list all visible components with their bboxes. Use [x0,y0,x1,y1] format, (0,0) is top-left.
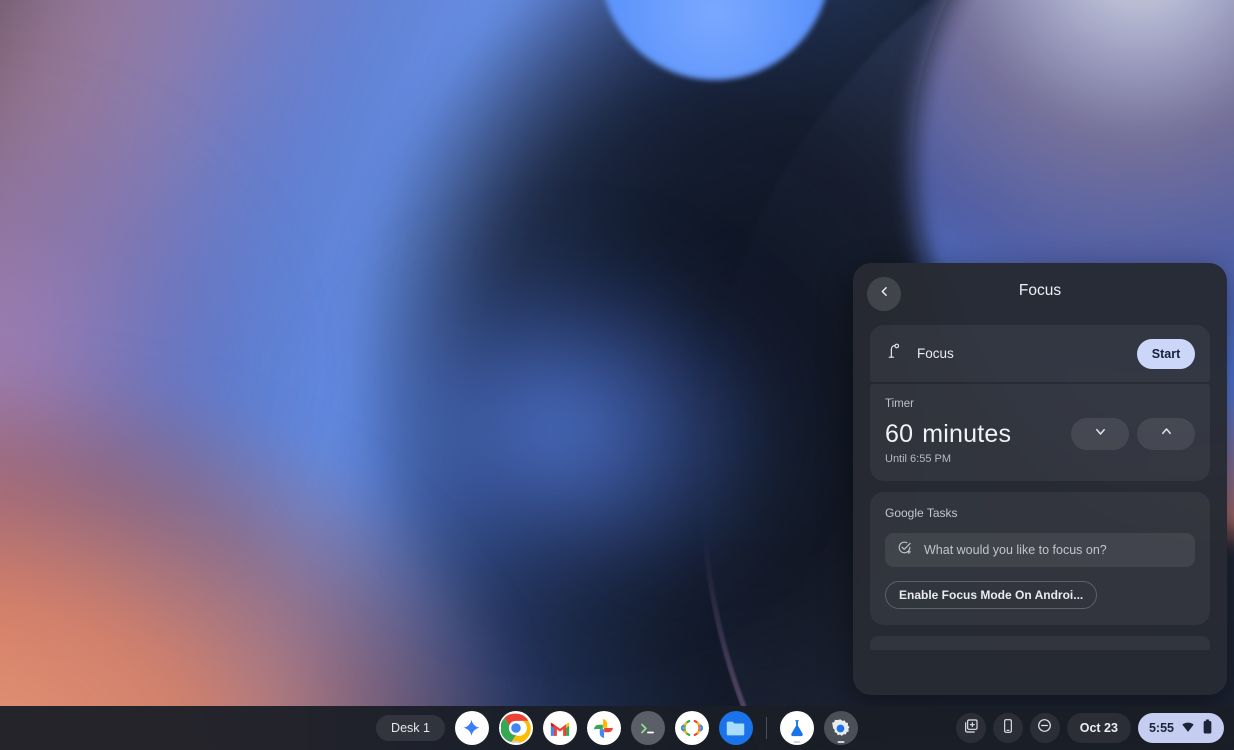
focus-panel-header: Focus [853,263,1227,325]
shelf-separator [766,717,767,739]
chromeos-desktop: Focus Focus Start Ti [0,0,1234,750]
page-title: Focus [853,282,1227,300]
phone-hub-button[interactable] [993,713,1023,743]
calendar-date-button[interactable]: Oct 23 [1067,713,1131,743]
battery-icon [1202,719,1213,737]
chrome-app-icon[interactable] [499,711,533,745]
screen-capture-icon [963,718,979,739]
app-running-indicator [793,741,800,744]
clock-time: 5:55 [1149,721,1174,735]
files-app-icon[interactable] [719,711,753,745]
timer-increment-button[interactable] [1137,418,1195,450]
app-running-indicator [512,741,519,744]
task-check-add-icon [897,540,912,560]
quick-settings-tray[interactable]: 5:55 [1138,713,1224,743]
gmail-app-icon[interactable] [543,711,577,745]
focus-mode-panel: Focus Focus Start Ti [853,263,1227,695]
start-button[interactable]: Start [1137,339,1195,369]
timer-steppers [1071,418,1195,450]
do-not-disturb-icon [1036,717,1053,739]
terminal-app-icon[interactable] [631,711,665,745]
focus-row-label: Focus [917,346,1137,361]
task-input-placeholder: What would you like to focus on? [924,543,1107,557]
enable-focus-mode-android-chip[interactable]: Enable Focus Mode On Androi... [885,581,1097,609]
phone-hub-icon [1000,718,1016,739]
desk-lamp-icon [885,343,902,365]
google-photos-app-icon[interactable] [587,711,621,745]
timer-value-row: 60 minutes [885,420,1071,449]
chevron-down-icon [1093,424,1108,444]
focus-toggle-card: Focus Start [870,325,1210,382]
timer-card: Timer 60 minutes Until 6:55 PM [870,384,1210,481]
screen-capture-button[interactable] [956,713,986,743]
google-tasks-label: Google Tasks [885,506,1195,520]
timer-unit: minutes [922,420,1011,448]
timer-value: 60 [885,420,913,448]
do-not-disturb-button[interactable] [1030,713,1060,743]
wifi-icon [1181,720,1195,737]
task-input[interactable]: What would you like to focus on? [885,533,1195,567]
desk-button[interactable]: Desk 1 [376,715,445,741]
timer-info: Timer 60 minutes Until 6:55 PM [885,398,1071,465]
chevron-up-icon [1159,424,1174,444]
google-tasks-card: Google Tasks What would you like to focu… [870,492,1210,625]
chrome-canary-app-icon[interactable] [780,711,814,745]
gemini-app-icon[interactable] [455,711,489,745]
settings-app-icon[interactable] [824,711,858,745]
app-running-indicator [837,741,844,744]
shelf: Desk 1 [0,706,1234,750]
google-assistant-app-icon[interactable] [675,711,709,745]
timer-decrement-button[interactable] [1071,418,1129,450]
timer-label: Timer [885,398,1071,410]
next-card-peek[interactable] [870,636,1210,650]
focus-row: Focus Start [870,325,1210,382]
timer-until-text: Until 6:55 PM [885,453,1071,465]
status-tray: Oct 23 5:55 [956,706,1224,750]
